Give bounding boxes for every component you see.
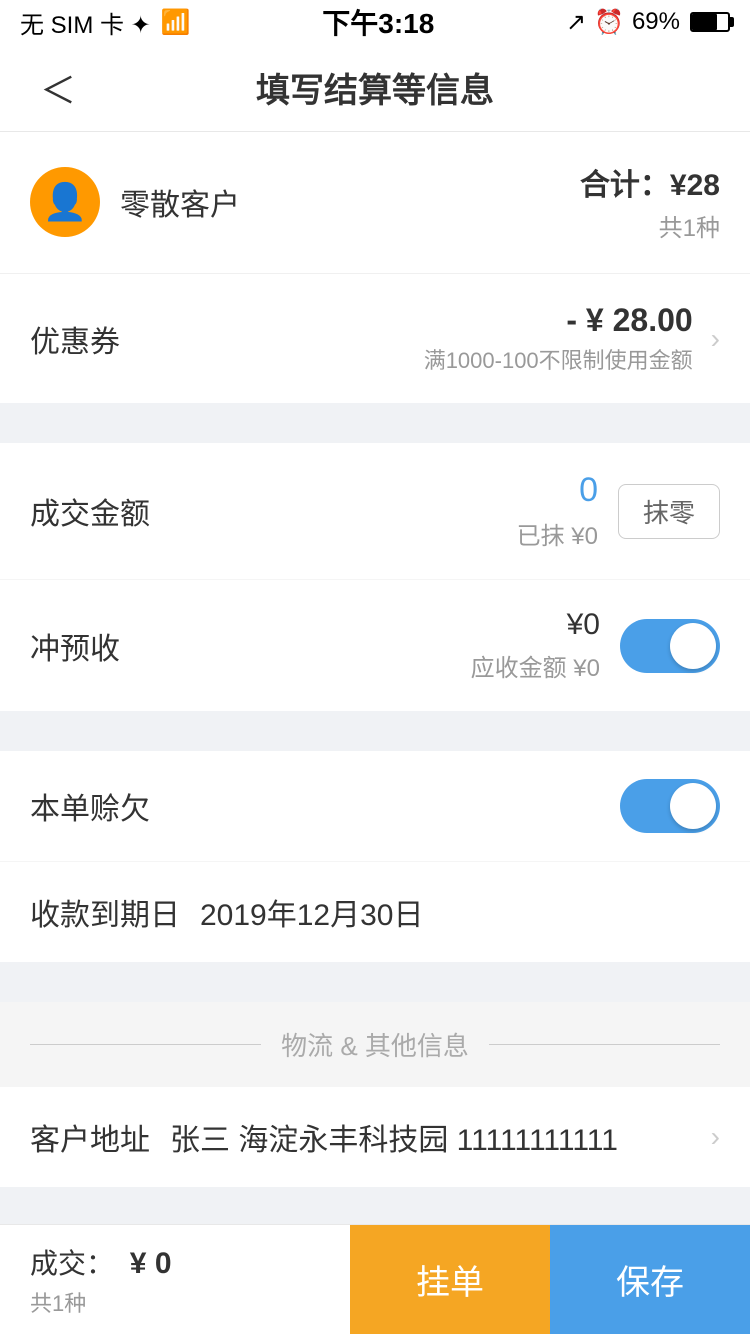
status-right: ↗ ⏰ 69%: [566, 8, 730, 37]
customer-row: 👤 零散客户 合计：¥28 共1种: [0, 132, 750, 271]
customer-total: 合计：¥28 共1种: [580, 160, 720, 243]
address-label: 客户地址: [30, 1115, 150, 1159]
bottom-info: 成交： ¥ 0 共1种: [0, 1242, 350, 1318]
credit-label: 本单赊欠: [30, 784, 150, 828]
bottom-deal-row: 成交： ¥ 0: [30, 1242, 320, 1282]
hold-button[interactable]: 挂单: [350, 1225, 550, 1334]
logistics-card: 物流 & 其他信息 客户地址 张三 海淀永丰科技园 11111111111 ›: [0, 1002, 750, 1187]
battery-percent: 69%: [632, 8, 680, 36]
save-button[interactable]: 保存: [550, 1225, 750, 1334]
coupon-desc: 满1000-100不限制使用金额: [424, 343, 693, 375]
status-bar: 无 SIM 卡 ✦ 📶 下午3:18 ↗ ⏰ 69%: [0, 0, 750, 44]
prepay-sub: 应收金额 ¥0: [471, 648, 600, 683]
logistics-label: 物流 & 其他信息: [281, 1026, 469, 1063]
prepay-right: ¥0 应收金额 ¥0: [471, 608, 720, 683]
status-left: 无 SIM 卡 ✦ 📶: [20, 5, 191, 40]
coupon-row[interactable]: 优惠券 - ¥ 28.00 满1000-100不限制使用金额 ›: [0, 273, 750, 403]
status-time: 下午3:18: [322, 2, 434, 42]
customer-left: 👤 零散客户: [30, 167, 240, 237]
transaction-row: 成交金额 0 已抹 ¥0 抹零: [0, 443, 750, 580]
back-button[interactable]: ＜: [30, 52, 86, 124]
credit-card: 本单赊欠 收款到期日 2019年12月30日: [0, 751, 750, 962]
bottom-bar: 成交： ¥ 0 共1种 挂单 保存: [0, 1224, 750, 1334]
address-value: 张三 海淀永丰科技园 11111111111: [170, 1115, 703, 1159]
due-date-value: 2019年12月30日: [200, 890, 423, 934]
coupon-right: - ¥ 28.00 满1000-100不限制使用金额 ›: [424, 302, 720, 375]
transaction-amount: 0: [579, 471, 598, 510]
prepay-row: 冲预收 ¥0 应收金额 ¥0: [0, 580, 750, 711]
wifi-icon: 📶: [161, 8, 191, 37]
credit-toggle-knob: [670, 783, 716, 829]
logistics-line-left: [30, 1044, 261, 1045]
sim-label: 无 SIM 卡 ✦: [20, 5, 151, 40]
credit-toggle[interactable]: [620, 779, 720, 833]
total-amount: 合计：¥28: [580, 160, 720, 204]
prepay-toggle-knob: [670, 623, 716, 669]
location-icon: ↗: [566, 8, 586, 37]
bottom-deal-amount: ¥ 0: [130, 1247, 172, 1280]
transaction-sub: 已抹 ¥0: [517, 516, 598, 551]
coupon-label: 优惠券: [30, 317, 120, 361]
prepay-toggle[interactable]: [620, 619, 720, 673]
total-count: 共1种: [580, 208, 720, 243]
divider-1: [0, 423, 750, 443]
round-off-button[interactable]: 抹零: [618, 484, 720, 539]
coupon-chevron-icon: ›: [711, 323, 720, 355]
page-title: 填写结算等信息: [256, 63, 494, 112]
credit-row: 本单赊欠: [0, 751, 750, 861]
customer-name: 零散客户: [120, 180, 240, 224]
transaction-right: 0 已抹 ¥0 抹零: [517, 471, 720, 551]
divider-2: [0, 731, 750, 751]
transaction-label: 成交金额: [30, 489, 150, 533]
due-date-row: 收款到期日 2019年12月30日: [0, 861, 750, 962]
address-chevron-icon: ›: [711, 1121, 720, 1153]
address-row[interactable]: 客户地址 张三 海淀永丰科技园 11111111111 ›: [0, 1087, 750, 1187]
prepay-label: 冲预收: [30, 624, 120, 668]
due-date-label: 收款到期日: [30, 890, 180, 934]
avatar-icon: 👤: [43, 181, 88, 223]
avatar: 👤: [30, 167, 100, 237]
logistics-header: 物流 & 其他信息: [0, 1002, 750, 1087]
bottom-count: 共1种: [30, 1286, 320, 1318]
transaction-card: 成交金额 0 已抹 ¥0 抹零 冲预收 ¥0 应收金额 ¥0: [0, 443, 750, 711]
battery-icon: [690, 12, 730, 32]
bottom-deal-label: 成交：: [30, 1248, 114, 1279]
content-area: 👤 零散客户 合计：¥28 共1种 优惠券 - ¥ 28.00 满1000-10…: [0, 132, 750, 1327]
divider-3: [0, 982, 750, 1002]
coupon-discount: - ¥ 28.00: [566, 302, 692, 339]
prepay-amounts: ¥0 应收金额 ¥0: [471, 608, 600, 683]
nav-bar: ＜ 填写结算等信息: [0, 44, 750, 132]
logistics-line-right: [489, 1044, 720, 1045]
coupon-amount-col: - ¥ 28.00 满1000-100不限制使用金额: [424, 302, 693, 375]
prepay-amount: ¥0: [471, 608, 600, 642]
customer-card: 👤 零散客户 合计：¥28 共1种 优惠券 - ¥ 28.00 满1000-10…: [0, 132, 750, 403]
transaction-amount-col: 0 已抹 ¥0: [517, 471, 598, 551]
alarm-icon: ⏰: [594, 8, 624, 37]
